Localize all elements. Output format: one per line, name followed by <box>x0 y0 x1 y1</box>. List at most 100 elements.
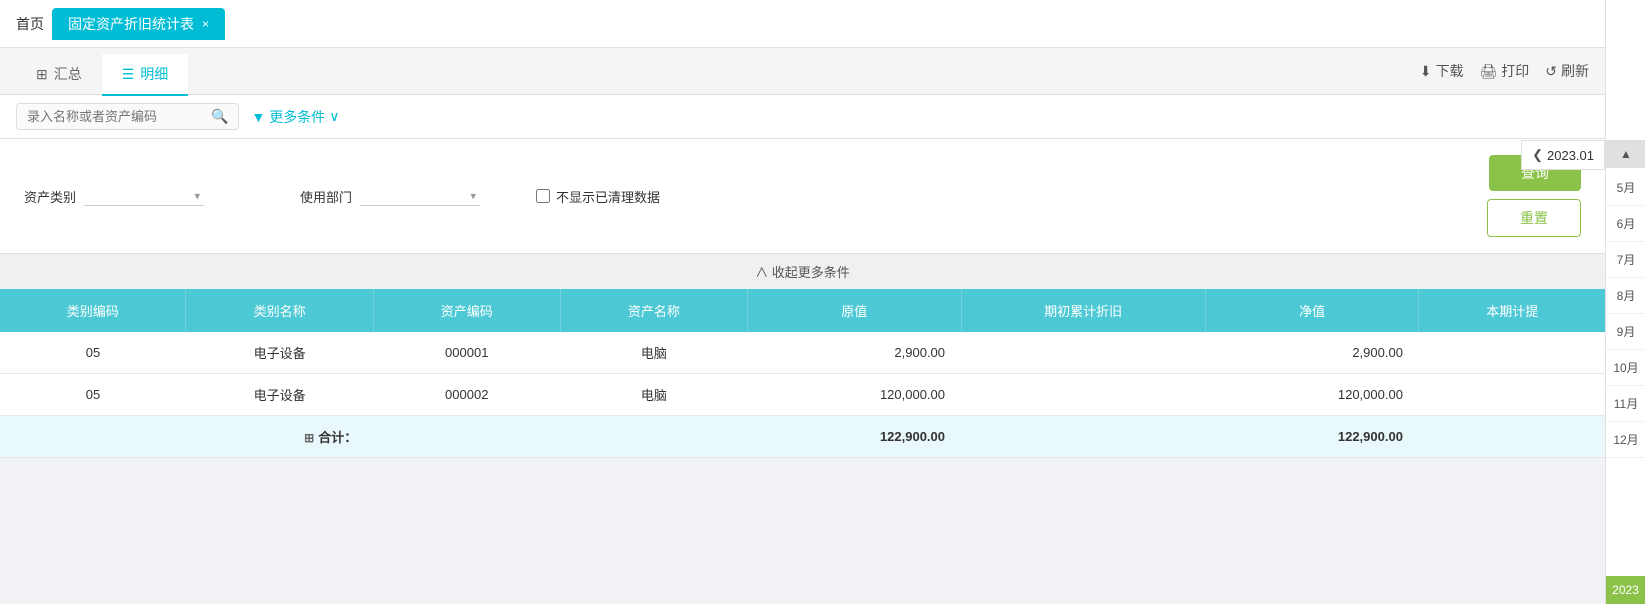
table-cell: 电脑 <box>560 332 747 374</box>
home-tab[interactable]: 首页 <box>16 14 44 34</box>
chevron-down-icon: ∨ <box>329 108 339 125</box>
main-content: ⊞ 汇总 ☰ 明细 ⬇ 下载 🖨 打印 ↺ 刷新 <box>0 48 1605 458</box>
table-cell: 电子设备 <box>186 374 373 416</box>
filter-icon: ▼ <box>251 109 265 125</box>
col-net-value: 净值 <box>1205 289 1419 332</box>
sidebar-month-item[interactable]: 5月 <box>1606 170 1645 206</box>
table-body: 05电子设备000001电脑2,900.002,900.0005电子设备0000… <box>0 332 1605 458</box>
sidebar-up-button[interactable]: ▲ <box>1606 140 1645 168</box>
print-button[interactable]: 🖨 打印 <box>1479 61 1529 81</box>
hide-cleared-wrap: 不显示已清理数据 <box>536 187 660 206</box>
filter-panel: 资产类别 使用部门 不显示已清理数据 <box>0 139 1605 254</box>
download-button[interactable]: ⬇ 下载 <box>1420 61 1464 81</box>
col-category-name: 类别名称 <box>186 289 373 332</box>
detail-tab-label: 明细 <box>140 64 168 84</box>
refresh-button[interactable]: ↺ 刷新 <box>1545 61 1589 81</box>
summary-icon: ⊞ <box>36 66 48 83</box>
tab-detail[interactable]: ☰ 明细 <box>102 54 189 96</box>
filter-row-1: 资产类别 使用部门 不显示已清理数据 <box>24 155 1581 237</box>
reset-button[interactable]: 重置 <box>1487 199 1581 237</box>
tab-title: 固定资产折旧统计表 <box>68 14 194 34</box>
table-cell <box>1419 332 1605 374</box>
total-cell: 122,900.00 <box>747 416 961 458</box>
hide-cleared-checkbox[interactable] <box>536 189 550 203</box>
total-cell: ⊞合计： <box>186 416 373 458</box>
total-row: ⊞合计： 122,900.00 122,900.00 <box>0 416 1605 458</box>
sidebar-month-item[interactable]: 10月 <box>1606 350 1645 386</box>
search-input-wrap: 🔍 <box>16 103 239 130</box>
col-category-code: 类别编码 <box>0 289 186 332</box>
table-cell: 120,000.00 <box>1205 374 1419 416</box>
refresh-icon: ↺ <box>1545 63 1557 80</box>
department-field: 使用部门 <box>300 186 480 206</box>
sidebar-month-item[interactable]: 9月 <box>1606 314 1645 350</box>
table-cell: 120,000.00 <box>747 374 961 416</box>
sidebar-months: 5月6月7月8月9月10月11月12月 <box>1606 170 1645 458</box>
sidebar-year[interactable]: 2023 <box>1606 576 1645 604</box>
table-cell: 2,900.00 <box>747 332 961 374</box>
date-nav-prev[interactable]: ❮ <box>1532 147 1543 163</box>
sidebar-month-item[interactable]: 12月 <box>1606 422 1645 458</box>
department-select[interactable] <box>360 186 480 206</box>
table-cell: 2,900.00 <box>1205 332 1419 374</box>
search-input[interactable] <box>27 109 207 124</box>
collapse-label: ∧ 收起更多条件 <box>755 265 850 280</box>
table-header-row: 类别编码 类别名称 资产编码 资产名称 原值 期初累计折旧 净值 本期计提 <box>0 289 1605 332</box>
total-cell <box>560 416 747 458</box>
col-accumulated-depreciation: 期初累计折旧 <box>961 289 1205 332</box>
tab-summary[interactable]: ⊞ 汇总 <box>16 54 102 96</box>
table-cell: 电脑 <box>560 374 747 416</box>
date-value: 2023.01 <box>1547 148 1594 163</box>
asset-category-field: 资产类别 <box>24 186 204 206</box>
asset-category-label: 资产类别 <box>24 187 76 206</box>
sidebar-nav-area: ▲ <box>1606 140 1645 172</box>
active-tab[interactable]: 固定资产折旧统计表 × <box>52 8 225 40</box>
total-icon: ⊞ <box>304 431 314 445</box>
data-table-wrap: 类别编码 类别名称 资产编码 资产名称 原值 期初累计折旧 净值 本期计提 05… <box>0 289 1605 458</box>
total-cell: 122,900.00 <box>1205 416 1419 458</box>
sidebar-month-item[interactable]: 11月 <box>1606 386 1645 422</box>
department-select-wrap <box>360 186 480 206</box>
asset-category-select[interactable] <box>84 186 204 206</box>
table-cell <box>961 332 1205 374</box>
top-nav: 首页 固定资产折旧统计表 × ✕ <box>0 0 1645 48</box>
table-cell: 000001 <box>373 332 560 374</box>
col-asset-name: 资产名称 <box>560 289 747 332</box>
total-cell <box>1419 416 1605 458</box>
refresh-label: 刷新 <box>1561 61 1589 81</box>
hide-cleared-label: 不显示已清理数据 <box>556 187 660 206</box>
summary-tab-label: 汇总 <box>54 64 82 84</box>
search-bar: 🔍 ▼ 更多条件 ∨ <box>0 95 1605 139</box>
col-asset-code: 资产编码 <box>373 289 560 332</box>
sidebar-month-item[interactable]: 6月 <box>1606 206 1645 242</box>
toolbar: ⬇ 下载 🖨 打印 ↺ 刷新 <box>1404 53 1605 89</box>
table-row: 05电子设备000002电脑120,000.00120,000.00 <box>0 374 1605 416</box>
total-cell <box>373 416 560 458</box>
table-cell: 电子设备 <box>186 332 373 374</box>
print-icon: 🖨 <box>1479 63 1497 80</box>
search-icon: 🔍 <box>211 108 228 125</box>
table-cell: 000002 <box>373 374 560 416</box>
more-conditions-toggle[interactable]: ▼ 更多条件 ∨ <box>251 107 339 127</box>
sidebar-month-item[interactable]: 7月 <box>1606 242 1645 278</box>
department-label: 使用部门 <box>300 187 352 206</box>
asset-category-select-wrap <box>84 186 204 206</box>
table-row: 05电子设备000001电脑2,900.002,900.00 <box>0 332 1605 374</box>
table-cell: 05 <box>0 374 186 416</box>
download-icon: ⬇ <box>1420 63 1432 80</box>
date-display-area: ❮ 2023.01 <box>1521 140 1605 170</box>
total-cell <box>961 416 1205 458</box>
download-label: 下载 <box>1435 61 1463 81</box>
collapse-bar[interactable]: ∧ 收起更多条件 <box>0 254 1605 289</box>
more-conditions-label: 更多条件 <box>269 107 325 127</box>
col-current-provision: 本期计提 <box>1419 289 1605 332</box>
data-table: 类别编码 类别名称 资产编码 资产名称 原值 期初累计折旧 净值 本期计提 05… <box>0 289 1605 458</box>
table-cell: 05 <box>0 332 186 374</box>
total-cell <box>0 416 186 458</box>
tab-bar: ⊞ 汇总 ☰ 明细 <box>0 48 1404 94</box>
detail-icon: ☰ <box>122 66 135 83</box>
right-sidebar: ▲ 5月6月7月8月9月10月11月12月 2023 <box>1605 0 1645 604</box>
table-cell <box>1419 374 1605 416</box>
tab-close-icon[interactable]: × <box>202 17 209 31</box>
sidebar-month-item[interactable]: 8月 <box>1606 278 1645 314</box>
